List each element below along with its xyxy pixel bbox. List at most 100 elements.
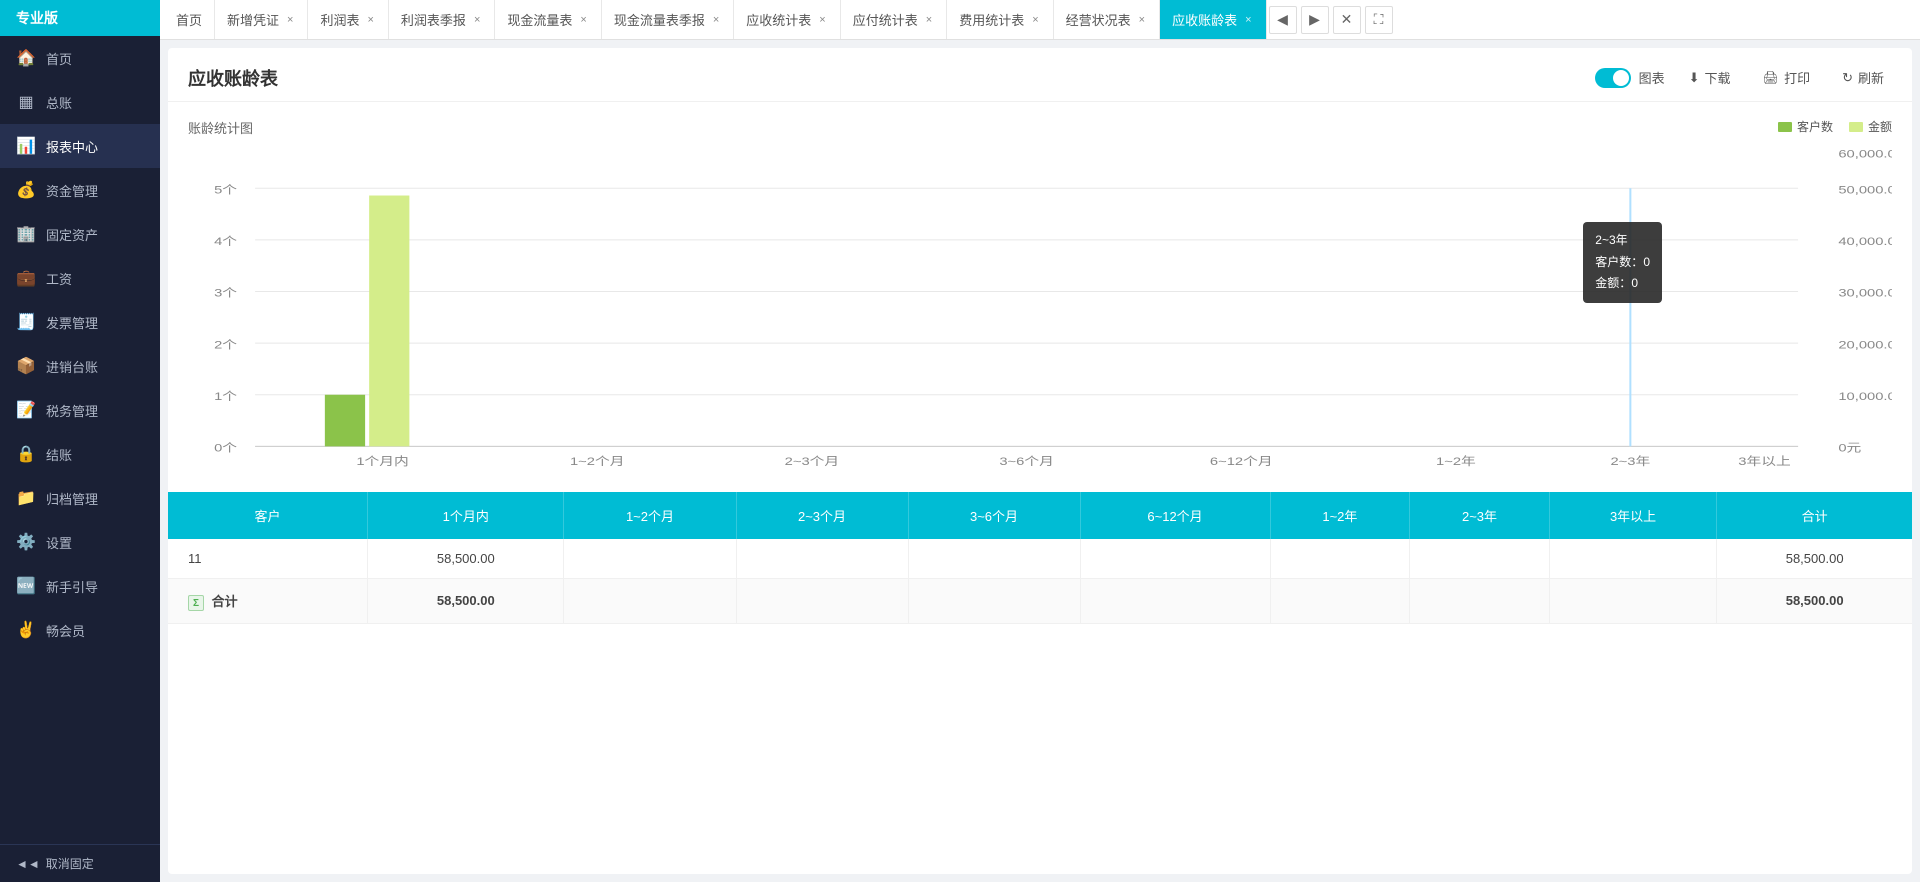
sidebar-item-guide[interactable]: 🆕 新手引导: [0, 564, 160, 608]
sidebar-item-invoice[interactable]: 🧾 发票管理: [0, 300, 160, 344]
sidebar-item-ledger[interactable]: ▦ 总账: [0, 80, 160, 124]
cell-month23: [736, 539, 908, 579]
print-icon: 🖨: [1763, 70, 1780, 86]
col-year23: 2~3年: [1410, 492, 1550, 539]
sidebar-item-assets[interactable]: 🏢 固定资产: [0, 212, 160, 256]
tab-cashflow-q[interactable]: 现金流量表季报 ×: [602, 0, 734, 40]
sidebar-item-funds[interactable]: 💰 资金管理: [0, 168, 160, 212]
close-tab-profit-q[interactable]: ×: [472, 13, 482, 27]
member-icon: ✌: [16, 620, 36, 640]
close-tab-ar-aging[interactable]: ×: [1243, 13, 1253, 27]
sidebar-item-archive[interactable]: 📁 归档管理: [0, 476, 160, 520]
cell-customer: 11: [168, 539, 368, 579]
total-year23: [1410, 579, 1550, 624]
sidebar-item-member[interactable]: ✌ 畅会员: [0, 608, 160, 652]
sidebar-item-label: 固定资产: [46, 225, 98, 244]
sidebar-item-home[interactable]: 🏠 首页: [0, 36, 160, 80]
tab-next-button[interactable]: ▶: [1301, 6, 1329, 34]
svg-text:40,000.00元: 40,000.00元: [1838, 235, 1892, 248]
total-month23: [736, 579, 908, 624]
close-tab-cashflow-q[interactable]: ×: [711, 13, 721, 27]
chart-legend: 客户数 金额: [1778, 118, 1892, 135]
cell-month36: [908, 539, 1080, 579]
chart-svg: 0个 1个 2个 3个 4个 5个: [188, 147, 1892, 467]
page-content: 应收账龄表 图表 ⬇ 下载 🖨 打印 ↻ 刷新: [168, 48, 1912, 874]
sidebar-item-label: 畅会员: [46, 621, 85, 640]
total-year12: [1270, 579, 1410, 624]
toggle-switch-control[interactable]: [1595, 68, 1631, 88]
settings-icon: ⚙️: [16, 532, 36, 552]
sidebar-item-settings[interactable]: ⚙️ 设置: [0, 520, 160, 564]
main-area: 首页 新增凭证 × 利润表 × 利润表季报 × 现金流量表 × 现金流量表季报 …: [160, 0, 1920, 882]
ledger-icon: ▦: [16, 92, 36, 112]
aging-table: 客户 1个月内 1~2个月 2~3个月 3~6个月 6~12个月 1~2年 2~…: [168, 492, 1912, 624]
svg-text:1~2年: 1~2年: [1436, 455, 1476, 467]
close-tab-ap-stat[interactable]: ×: [924, 13, 934, 27]
total-month36: [908, 579, 1080, 624]
tab-expense[interactable]: 费用统计表 ×: [947, 0, 1053, 40]
sidebar-item-label: 工资: [46, 269, 72, 288]
legend-customers-color: [1778, 122, 1792, 132]
chart-title: 账龄统计图: [188, 118, 1892, 137]
page-title: 应收账龄表: [188, 65, 1595, 91]
sidebar-item-inventory[interactable]: 📦 进销台账: [0, 344, 160, 388]
close-tab-profit[interactable]: ×: [365, 13, 375, 27]
svg-text:3个: 3个: [214, 286, 237, 299]
col-year3plus: 3年以上: [1549, 492, 1716, 539]
tab-home[interactable]: 首页: [164, 0, 215, 40]
pin-toggle[interactable]: ◄◄ 取消固定: [0, 844, 160, 882]
total-icon: Σ: [188, 595, 204, 611]
closing-icon: 🔒: [16, 444, 36, 464]
sidebar-item-label: 归档管理: [46, 489, 98, 508]
tab-expand-button[interactable]: ⛶: [1365, 6, 1393, 34]
table-header-row: 客户 1个月内 1~2个月 2~3个月 3~6个月 6~12个月 1~2年 2~…: [168, 492, 1912, 539]
tab-operation[interactable]: 经营状况表 ×: [1054, 0, 1160, 40]
total-total: 58,500.00: [1717, 579, 1912, 624]
cell-year23: [1410, 539, 1550, 579]
tab-cashflow[interactable]: 现金流量表 ×: [495, 0, 601, 40]
close-tab-cashflow[interactable]: ×: [578, 13, 588, 27]
legend-customers: 客户数: [1778, 118, 1833, 135]
cell-month612: [1080, 539, 1270, 579]
chart-toggle-label: 图表: [1639, 68, 1665, 87]
tab-voucher[interactable]: 新增凭证 ×: [215, 0, 308, 40]
close-tab-voucher[interactable]: ×: [285, 13, 295, 27]
col-month12: 1~2个月: [564, 492, 736, 539]
chart-container: 账龄统计图 客户数 金额 0个 1个 2个 3个 4个: [168, 102, 1912, 492]
tab-ar-aging[interactable]: 应收账龄表 ×: [1160, 0, 1266, 40]
salary-icon: 💼: [16, 268, 36, 288]
close-tab-operation[interactable]: ×: [1137, 13, 1147, 27]
sidebar-item-tax[interactable]: 📝 税务管理: [0, 388, 160, 432]
cell-total: 58,500.00: [1717, 539, 1912, 579]
invoice-icon: 🧾: [16, 312, 36, 332]
tab-close-all-button[interactable]: ✕: [1333, 6, 1361, 34]
tab-profit[interactable]: 利润表 ×: [308, 0, 388, 40]
svg-text:4个: 4个: [214, 235, 237, 248]
bar-month1-amount: [369, 196, 409, 447]
svg-text:2~3个月: 2~3个月: [785, 455, 840, 467]
tab-ar-stat[interactable]: 应收统计表 ×: [734, 0, 840, 40]
print-button[interactable]: 🖨 打印: [1755, 64, 1819, 91]
tab-profit-q[interactable]: 利润表季报 ×: [389, 0, 495, 40]
cell-year3plus: [1549, 539, 1716, 579]
refresh-button[interactable]: ↻ 刷新: [1834, 64, 1892, 91]
tab-prev-button[interactable]: ◀: [1269, 6, 1297, 34]
sidebar-item-salary[interactable]: 💼 工资: [0, 256, 160, 300]
close-tab-ar-stat[interactable]: ×: [817, 13, 827, 27]
archive-icon: 📁: [16, 488, 36, 508]
col-total: 合计: [1717, 492, 1912, 539]
sidebar-item-reports[interactable]: 📊 报表中心: [0, 124, 160, 168]
legend-amount: 金额: [1849, 118, 1892, 135]
sidebar: 专业版 🏠 首页 ▦ 总账 📊 报表中心 💰 资金管理 🏢 固定资产 💼 工资 …: [0, 0, 160, 882]
tab-ap-stat[interactable]: 应付统计表 ×: [841, 0, 947, 40]
chart-toggle[interactable]: 图表: [1595, 68, 1665, 88]
close-tab-expense[interactable]: ×: [1030, 13, 1040, 27]
total-month1: 58,500.00: [368, 579, 564, 624]
sidebar-item-closing[interactable]: 🔒 结账: [0, 432, 160, 476]
download-button[interactable]: ⬇ 下载: [1681, 64, 1739, 91]
total-year3plus: [1549, 579, 1716, 624]
sidebar-item-label: 发票管理: [46, 313, 98, 332]
svg-text:20,000.00元: 20,000.00元: [1838, 338, 1892, 351]
sidebar-item-label: 报表中心: [46, 137, 98, 156]
sidebar-item-label: 新手引导: [46, 577, 98, 596]
